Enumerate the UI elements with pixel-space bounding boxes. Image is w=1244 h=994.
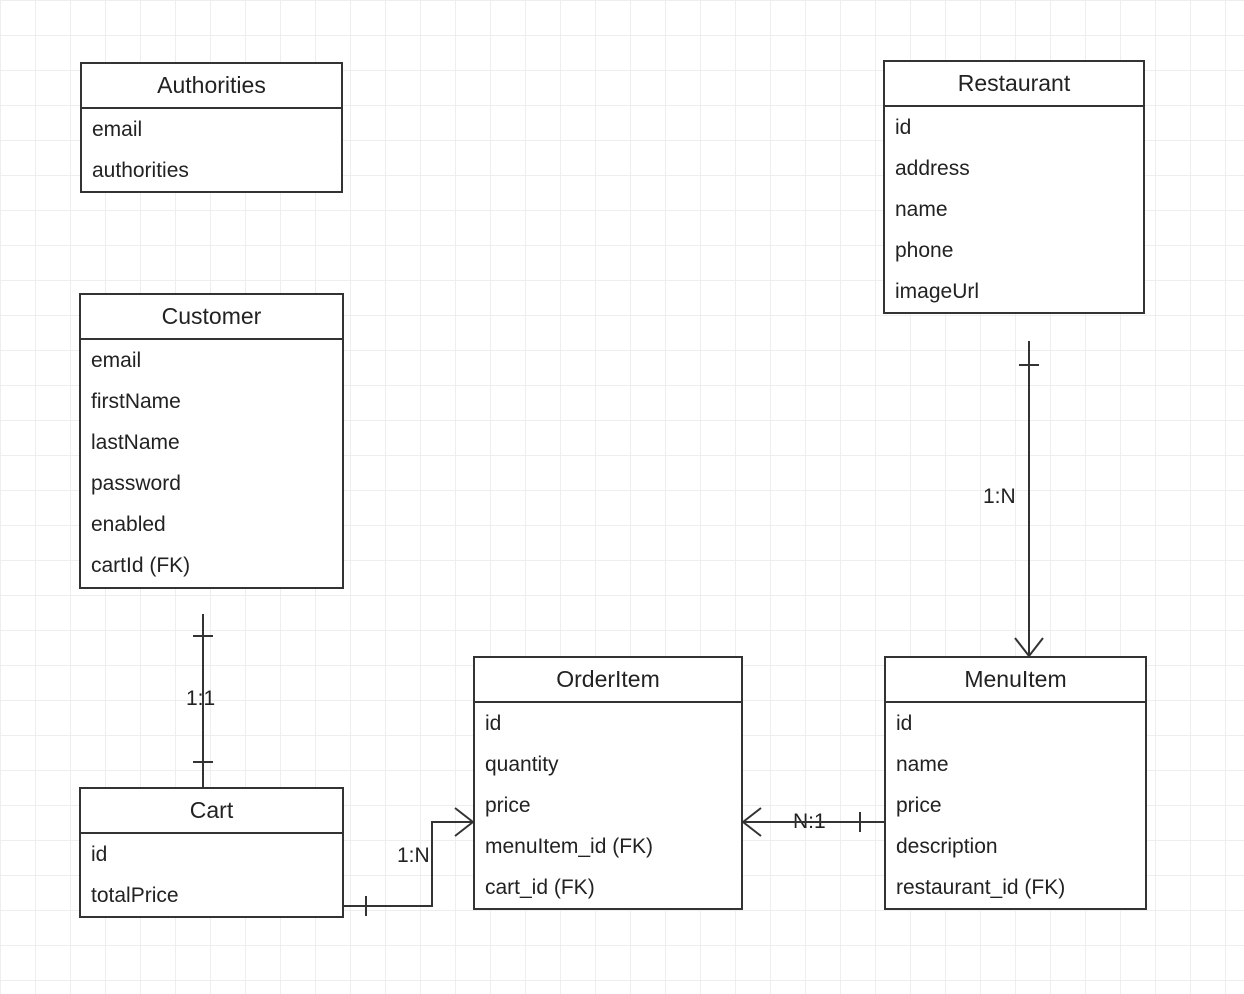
entity-menuitem: MenuItem id name price description resta… — [884, 656, 1147, 910]
rel-label-restaurant-menuitem: 1:N — [983, 485, 1016, 509]
entity-attr: totalPrice — [81, 875, 342, 916]
entity-attr: id — [886, 703, 1145, 744]
entity-attr: price — [475, 785, 741, 826]
entity-attr: email — [81, 340, 342, 381]
entity-title: OrderItem — [475, 658, 741, 703]
rel-label-customer-cart: 1:1 — [186, 687, 215, 711]
entity-attr: id — [81, 834, 342, 875]
entity-attr: password — [81, 463, 342, 504]
entity-attrs: id name price description restaurant_id … — [886, 703, 1145, 908]
entity-attr: authorities — [82, 150, 341, 191]
entity-attr: imageUrl — [885, 271, 1143, 312]
entity-orderitem: OrderItem id quantity price menuItem_id … — [473, 656, 743, 910]
entity-attr: cart_id (FK) — [475, 867, 741, 908]
entity-title: Authorities — [82, 64, 341, 109]
entity-attr: id — [475, 703, 741, 744]
entity-attrs: email authorities — [82, 109, 341, 191]
entity-attr: address — [885, 148, 1143, 189]
rel-label-orderitem-menuitem: N:1 — [793, 810, 826, 834]
entity-attr: email — [82, 109, 341, 150]
rel-label-cart-orderitem: 1:N — [397, 844, 430, 868]
entity-customer: Customer email firstName lastName passwo… — [79, 293, 344, 589]
entity-attrs: id totalPrice — [81, 834, 342, 916]
entity-cart: Cart id totalPrice — [79, 787, 344, 918]
entity-attr: description — [886, 826, 1145, 867]
entity-attrs: email firstName lastName password enable… — [81, 340, 342, 587]
entity-attr: id — [885, 107, 1143, 148]
entity-attr: cartId (FK) — [81, 545, 342, 586]
entity-attr: name — [886, 744, 1145, 785]
entity-attr: firstName — [81, 381, 342, 422]
entity-authorities: Authorities email authorities — [80, 62, 343, 193]
entity-attrs: id address name phone imageUrl — [885, 107, 1143, 312]
entity-attr: name — [885, 189, 1143, 230]
entity-attr: menuItem_id (FK) — [475, 826, 741, 867]
entity-attr: quantity — [475, 744, 741, 785]
entity-attrs: id quantity price menuItem_id (FK) cart_… — [475, 703, 741, 908]
entity-attr: enabled — [81, 504, 342, 545]
entity-restaurant: Restaurant id address name phone imageUr… — [883, 60, 1145, 314]
entity-attr: price — [886, 785, 1145, 826]
entity-title: Customer — [81, 295, 342, 340]
entity-attr: restaurant_id (FK) — [886, 867, 1145, 908]
entity-title: Restaurant — [885, 62, 1143, 107]
entity-attr: phone — [885, 230, 1143, 271]
entity-attr: lastName — [81, 422, 342, 463]
entity-title: MenuItem — [886, 658, 1145, 703]
entity-title: Cart — [81, 789, 342, 834]
